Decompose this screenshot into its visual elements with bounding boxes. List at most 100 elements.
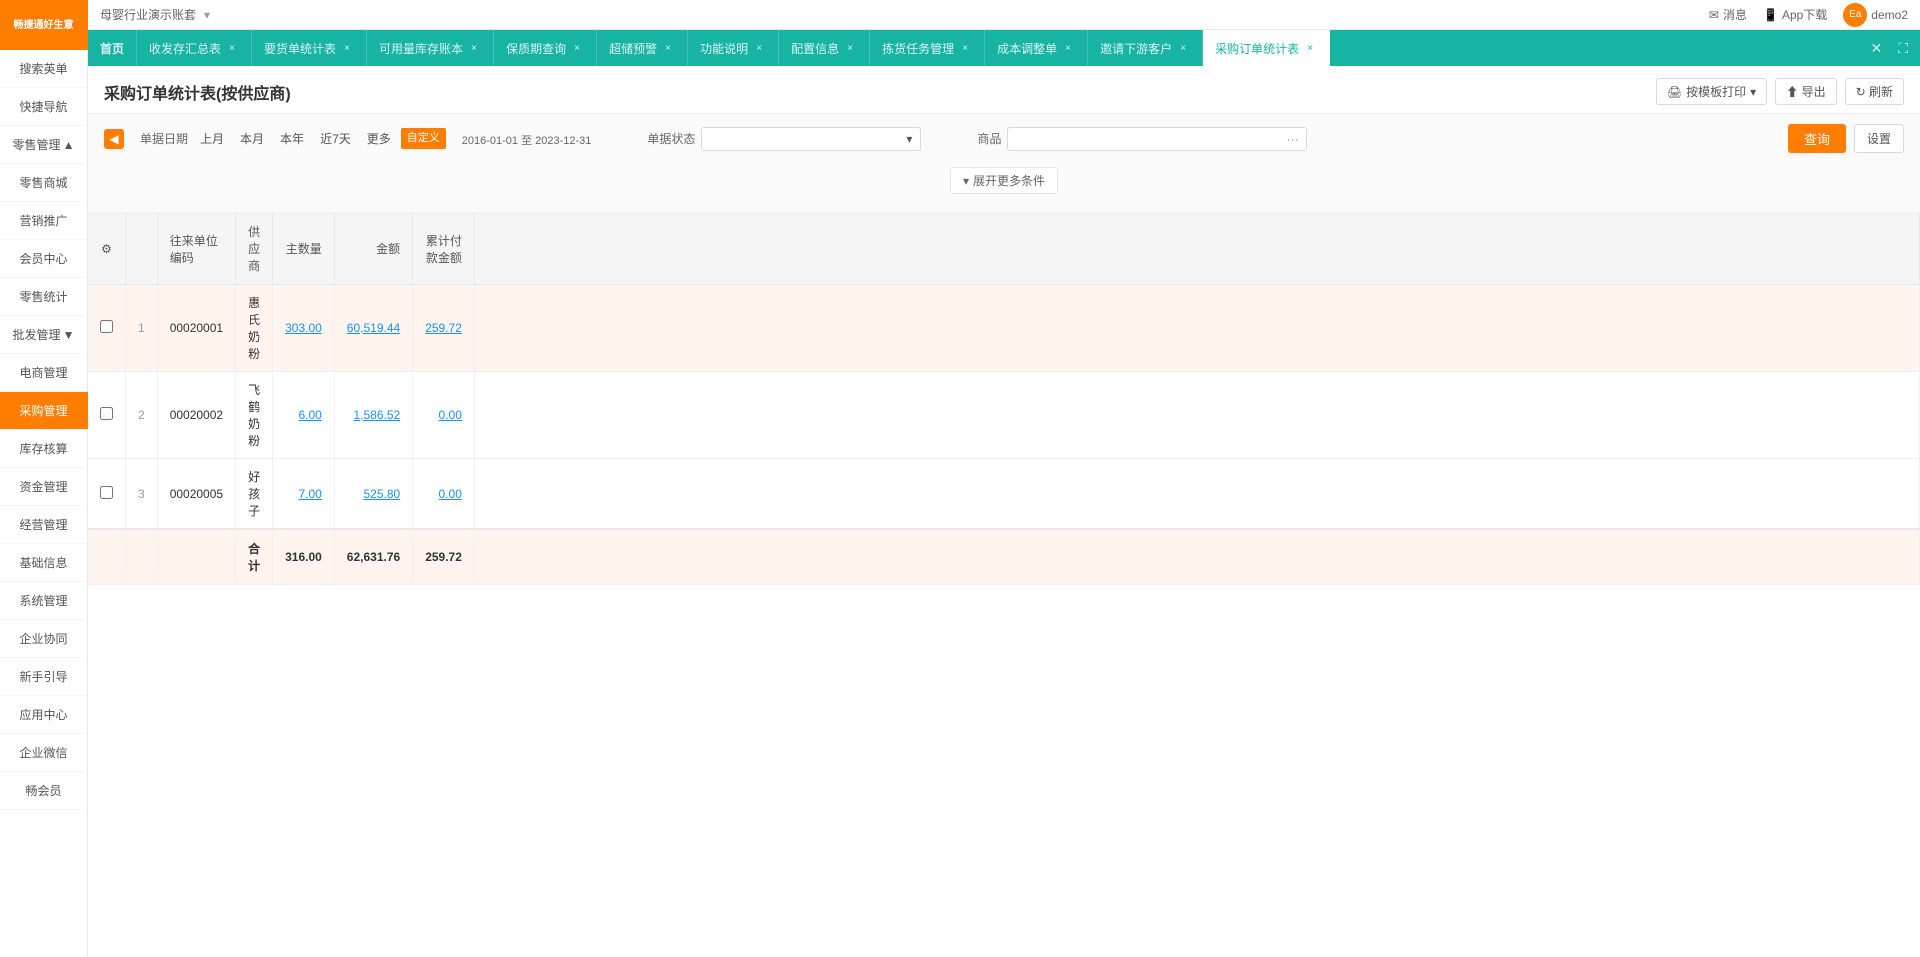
row-checkbox[interactable] xyxy=(100,320,113,333)
amount-link[interactable]: 1,586.52 xyxy=(353,408,400,422)
sidebar-item-ops[interactable]: 经营管理 xyxy=(0,506,88,544)
sidebar-item-member[interactable]: 会员中心 xyxy=(0,240,88,278)
template-print-button[interactable]: 🖨 按模板打印 ▾ xyxy=(1656,78,1767,105)
tab-invite-downstream[interactable]: 邀请下游客户 × xyxy=(1088,30,1203,66)
footer-label: 合计 xyxy=(236,529,273,585)
cell-paid-amount[interactable]: 0.00 xyxy=(413,459,475,530)
date-opt-this-month[interactable]: 本月 xyxy=(234,128,270,149)
tab-close-goods-stats[interactable]: × xyxy=(340,41,354,55)
tab-close-available-stock[interactable]: × xyxy=(467,41,481,55)
tab-function-desc[interactable]: 功能说明 × xyxy=(688,30,779,66)
row-checkbox[interactable] xyxy=(100,486,113,499)
filter-toggle-btn[interactable]: ◀ xyxy=(104,129,124,149)
cell-amount[interactable]: 1,586.52 xyxy=(334,372,412,459)
sidebar-item-shortcut[interactable]: 快捷导航 xyxy=(0,88,88,126)
date-opt-last-month[interactable]: 上月 xyxy=(194,128,230,149)
status-select[interactable]: ▾ xyxy=(701,127,921,151)
table-header: ⚙ 往来单位编码 供应商 主数量 金额 累计付款金额 xyxy=(88,213,1920,285)
tab-receive-send[interactable]: 收发存汇总表 × xyxy=(137,30,252,66)
sidebar-item-system[interactable]: 系统管理 xyxy=(0,582,88,620)
sidebar-item-wholesale[interactable]: 批发管理 ▼ xyxy=(0,316,88,354)
qty-link[interactable]: 303.00 xyxy=(285,321,322,335)
tab-pick-task[interactable]: 拣货任务管理 × xyxy=(870,30,985,66)
app-download-btn[interactable]: 📱 App下载 xyxy=(1763,6,1827,23)
sidebar-item-ecommerce[interactable]: 电商管理 xyxy=(0,354,88,392)
tab-goods-stats[interactable]: 要货单统计表 × xyxy=(252,30,367,66)
cell-supplier: 惠氏奶粉 xyxy=(236,285,273,372)
sidebar-item-search[interactable]: 搜索英单 xyxy=(0,50,88,88)
cell-amount[interactable]: 525.80 xyxy=(334,459,412,530)
user-menu[interactable]: Ea demo2 xyxy=(1843,3,1908,27)
date-custom-tag: 自定义 xyxy=(401,128,446,149)
cell-checkbox[interactable] xyxy=(88,459,126,530)
tab-close-function-desc[interactable]: × xyxy=(752,41,766,55)
qty-link[interactable]: 7.00 xyxy=(298,487,321,501)
cell-paid-amount[interactable]: 259.72 xyxy=(413,285,475,372)
cell-checkbox[interactable] xyxy=(88,285,126,372)
close-all-tabs-btn[interactable]: ✕ xyxy=(1866,36,1886,61)
tab-close-cost-adjust[interactable]: × xyxy=(1061,41,1075,55)
paid-link[interactable]: 259.72 xyxy=(425,321,462,335)
tab-expiry-query[interactable]: 保质期查询 × xyxy=(494,30,597,66)
tab-close-overstock[interactable]: × xyxy=(661,41,675,55)
sidebar-item-purchase[interactable]: 采购管理 xyxy=(0,392,88,430)
message-btn[interactable]: ✉ 消息 xyxy=(1709,6,1747,23)
th-amount: 金额 xyxy=(334,213,412,285)
row-checkbox[interactable] xyxy=(100,407,113,420)
tab-close-invite-downstream[interactable]: × xyxy=(1176,41,1190,55)
refresh-button[interactable]: ↻ 刷新 xyxy=(1845,78,1904,105)
goods-input[interactable]: ··· xyxy=(1007,127,1307,151)
workspace-dropdown-icon[interactable]: ▾ xyxy=(204,8,210,22)
footer-paid-amount: 259.72 xyxy=(413,529,475,585)
sidebar-item-member2[interactable]: 畅会员 xyxy=(0,772,88,810)
tab-available-stock[interactable]: 可用量库存账本 × xyxy=(367,30,494,66)
cell-amount[interactable]: 60,519.44 xyxy=(334,285,412,372)
export-button[interactable]: ⬆ 导出 xyxy=(1775,78,1836,105)
sidebar-item-newbie[interactable]: 新手引导 xyxy=(0,658,88,696)
cell-paid-amount[interactable]: 0.00 xyxy=(413,372,475,459)
tab-close-config-info[interactable]: × xyxy=(843,41,857,55)
cell-main-qty[interactable]: 6.00 xyxy=(273,372,335,459)
expand-more-btn[interactable]: ▾ 展开更多条件 xyxy=(950,167,1058,194)
more-icon: ··· xyxy=(1286,132,1298,146)
cell-main-qty[interactable]: 7.00 xyxy=(273,459,335,530)
tab-overstock[interactable]: 超储预警 × xyxy=(597,30,688,66)
sidebar-item-enterprise[interactable]: 企业协同 xyxy=(0,620,88,658)
tab-close-purchase-stats[interactable]: × xyxy=(1303,41,1317,55)
avatar: Ea xyxy=(1843,3,1867,27)
tab-config-info[interactable]: 配置信息 × xyxy=(779,30,870,66)
sidebar-item-stock[interactable]: 库存核算 xyxy=(0,430,88,468)
search-button[interactable]: 查询 xyxy=(1788,124,1846,153)
amount-link[interactable]: 525.80 xyxy=(363,487,400,501)
date-opt-this-year[interactable]: 本年 xyxy=(274,128,310,149)
qty-link[interactable]: 6.00 xyxy=(298,408,321,422)
tab-home[interactable]: 首页 xyxy=(88,30,137,66)
sidebar-item-wechat[interactable]: 企业微信 xyxy=(0,734,88,772)
tab-close-pick-task[interactable]: × xyxy=(958,41,972,55)
tab-close-receive-send[interactable]: × xyxy=(225,41,239,55)
sidebar-item-retail-shop[interactable]: 零售商城 xyxy=(0,164,88,202)
tab-close-expiry-query[interactable]: × xyxy=(570,41,584,55)
filter-status-item: 单据状态 ▾ xyxy=(647,127,921,151)
cell-checkbox[interactable] xyxy=(88,372,126,459)
amount-link[interactable]: 60,519.44 xyxy=(347,321,400,335)
date-opt-7days[interactable]: 近7天 xyxy=(314,128,357,149)
th-settings[interactable]: ⚙ xyxy=(88,213,126,285)
date-opt-more[interactable]: 更多 xyxy=(361,128,397,149)
sidebar-item-retail-stats[interactable]: 零售统计 xyxy=(0,278,88,316)
tab-cost-adjust[interactable]: 成本调整单 × xyxy=(985,30,1088,66)
paid-link[interactable]: 0.00 xyxy=(439,487,462,501)
tab-purchase-stats[interactable]: 采购订单统计表 × xyxy=(1203,30,1330,66)
sidebar-item-app-center[interactable]: 应用中心 xyxy=(0,696,88,734)
paid-link[interactable]: 0.00 xyxy=(439,408,462,422)
cell-num: 2 xyxy=(126,372,158,459)
workspace-selector[interactable]: 母婴行业演示账套 xyxy=(100,6,196,23)
maximize-btn[interactable]: ⛶ xyxy=(1894,36,1912,61)
cell-main-qty[interactable]: 303.00 xyxy=(273,285,335,372)
sidebar-item-finance[interactable]: 资金管理 xyxy=(0,468,88,506)
sidebar-item-basic[interactable]: 基础信息 xyxy=(0,544,88,582)
export-icon: ⬆ xyxy=(1786,85,1798,99)
sidebar-item-retail[interactable]: 零售管理 ▲ xyxy=(0,126,88,164)
settings-button[interactable]: 设置 xyxy=(1854,124,1904,153)
sidebar-item-marketing[interactable]: 营销推广 xyxy=(0,202,88,240)
